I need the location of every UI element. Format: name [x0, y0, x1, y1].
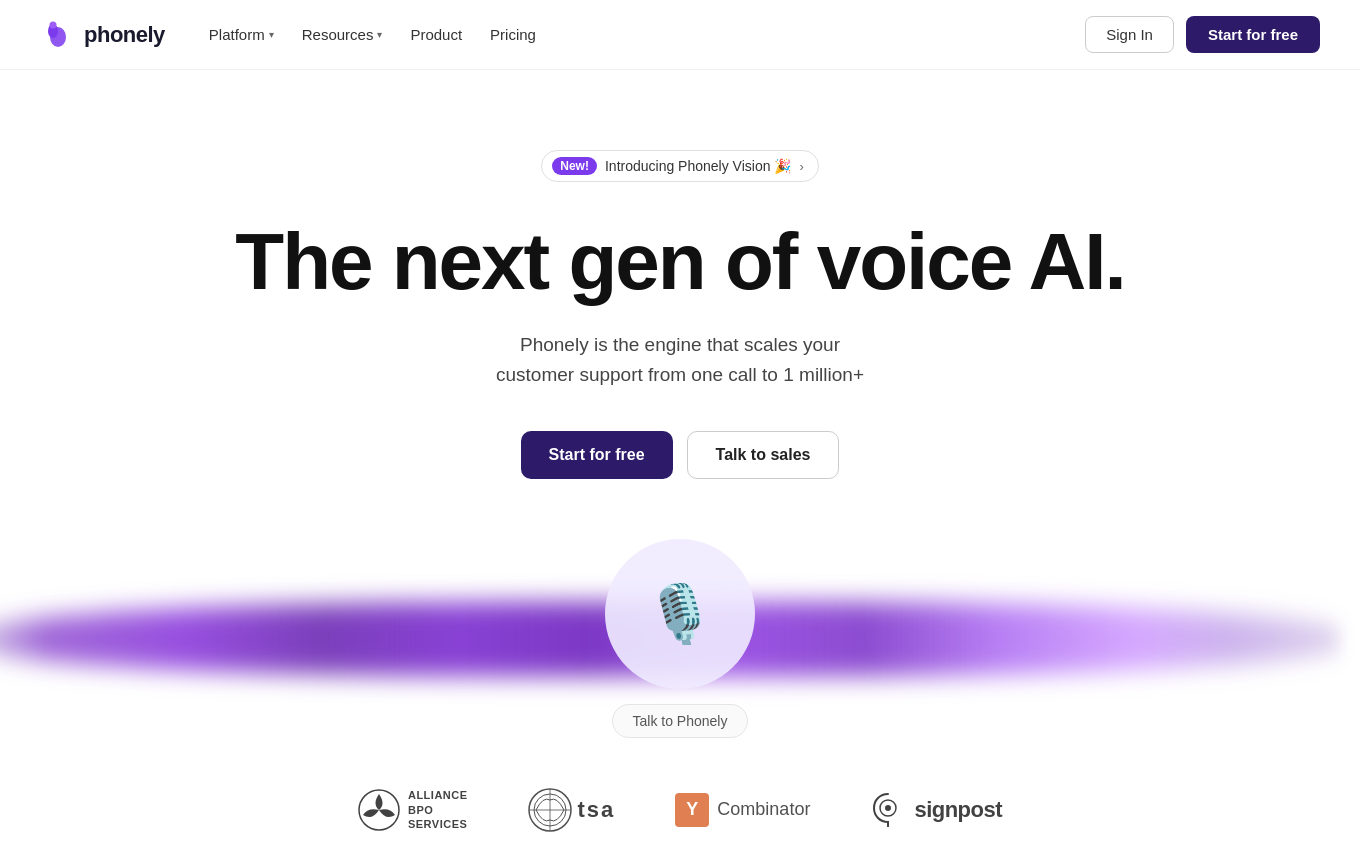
talk-to-sales-button[interactable]: Talk to sales	[687, 431, 840, 479]
nav-resources[interactable]: Resources ▾	[290, 18, 395, 51]
signpost-logo: signpost	[870, 792, 1002, 828]
start-free-hero-button[interactable]: Start for free	[521, 431, 673, 479]
mic-section: 🎙️	[40, 539, 1320, 664]
start-free-nav-button[interactable]: Start for free	[1186, 16, 1320, 53]
svg-point-2	[50, 21, 57, 28]
tsa-logo: tsa	[528, 788, 616, 832]
nav-product[interactable]: Product	[398, 18, 474, 51]
nav-right: Sign In Start for free	[1085, 16, 1320, 53]
nav-items: Platform ▾ Resources ▾ Product Pricing	[197, 18, 548, 51]
signpost-text: signpost	[914, 797, 1002, 823]
hero-title: The next gen of voice AI.	[235, 218, 1124, 306]
nav-left: phonely Platform ▾ Resources ▾ Product P…	[40, 17, 548, 53]
sign-in-button[interactable]: Sign In	[1085, 16, 1174, 53]
svg-point-9	[885, 805, 891, 811]
mic-button[interactable]: 🎙️	[605, 539, 755, 689]
brand-name: phonely	[84, 22, 165, 48]
yc-box: Y	[675, 793, 709, 827]
navbar: phonely Platform ▾ Resources ▾ Product P…	[0, 0, 1360, 70]
ycombinator-logo: Y Combinator	[675, 793, 810, 827]
chevron-down-icon: ▾	[269, 29, 274, 40]
hero-buttons: Start for free Talk to sales	[521, 431, 840, 479]
chevron-right-icon: ›	[799, 159, 803, 174]
alliance-icon	[358, 789, 400, 831]
alliance-text: ALLIANCEBPOSERVICES	[408, 788, 468, 831]
hero-section: New! Introducing Phonely Vision 🎉 › The …	[0, 70, 1360, 738]
badge-text: Introducing Phonely Vision 🎉	[605, 158, 791, 174]
partner-logos: ALLIANCEBPOSERVICES tsa Y Combinator sig…	[0, 738, 1360, 859]
hero-subtitle: Phonely is the engine that scales your c…	[496, 330, 864, 391]
nav-pricing[interactable]: Pricing	[478, 18, 548, 51]
badge-new-label: New!	[552, 157, 597, 175]
alliance-bpo-logo: ALLIANCEBPOSERVICES	[358, 788, 468, 831]
nav-platform[interactable]: Platform ▾	[197, 18, 286, 51]
yc-text: Combinator	[717, 799, 810, 820]
signpost-icon	[870, 792, 906, 828]
tsa-text: tsa	[578, 797, 616, 823]
announcement-badge[interactable]: New! Introducing Phonely Vision 🎉 ›	[541, 150, 818, 182]
logo[interactable]: phonely	[40, 17, 165, 53]
microphone-icon: 🎙️	[645, 581, 715, 647]
talk-phonely-label[interactable]: Talk to Phonely	[612, 704, 749, 738]
chevron-down-icon: ▾	[377, 29, 382, 40]
tsa-icon	[528, 788, 572, 832]
